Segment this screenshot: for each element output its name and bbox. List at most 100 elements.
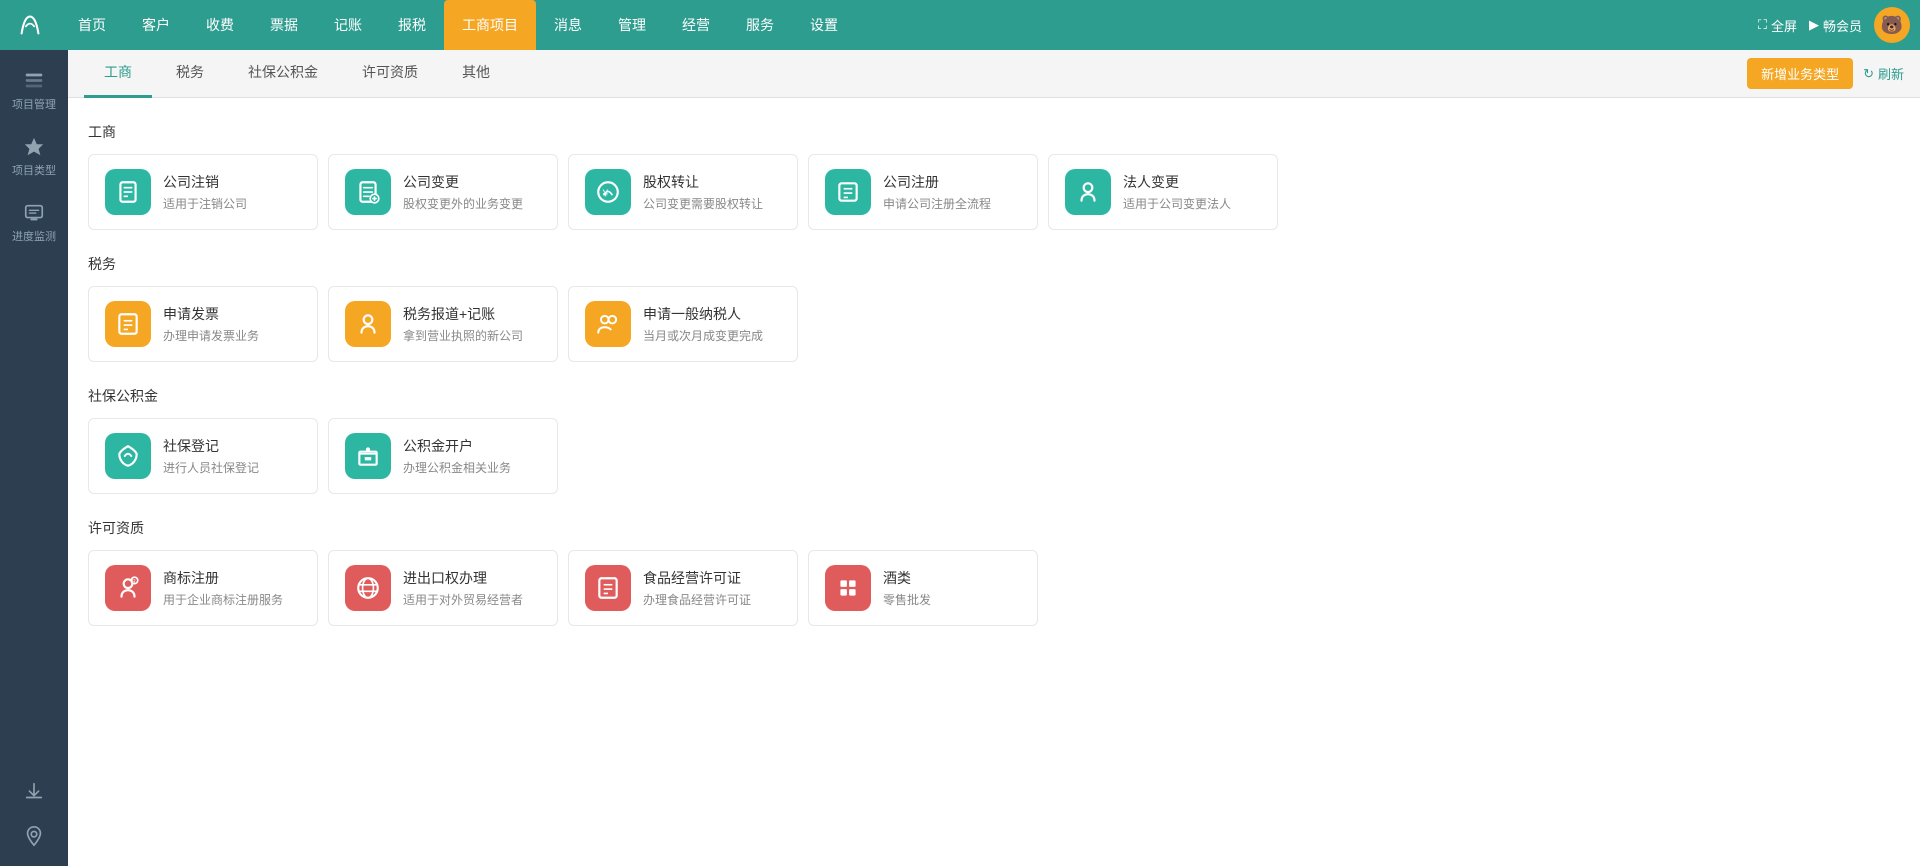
refresh-button[interactable]: ↻ 刷新 [1863, 64, 1904, 83]
nav-tax[interactable]: 报税 [380, 0, 444, 50]
card-info-company-cancel: 公司注销 适用于注销公司 [163, 172, 247, 212]
nav-business[interactable]: 工商项目 [444, 0, 536, 50]
card-title-trademark: 商标注册 [163, 568, 283, 588]
card-desc-tax-accounting: 拿到营业执照的新公司 [403, 327, 523, 344]
nav-fee[interactable]: 收费 [188, 0, 252, 50]
location-icon-button[interactable] [16, 818, 52, 854]
mascot-avatar: 🐻 [1874, 7, 1910, 43]
cards-shuiwu: 申请发票 办理申请发票业务 税务报道+记账 [88, 286, 1900, 362]
top-nav-right: ⛶ 全屏 ▶ 畅会员 🐻 [1758, 7, 1910, 43]
card-legal-change[interactable]: 法人变更 适用于公司变更法人 [1048, 154, 1278, 230]
card-general-taxpayer[interactable]: 申请一般纳税人 当月或次月成变更完成 [568, 286, 798, 362]
card-desc-housing-fund: 办理公积金相关业务 [403, 459, 511, 476]
card-company-change[interactable]: 公司变更 股权变更外的业务变更 [328, 154, 558, 230]
add-type-button[interactable]: 新增业务类型 [1747, 58, 1853, 89]
tab-xuke[interactable]: 许可资质 [342, 50, 438, 98]
top-navigation: 首页 客户 收费 票据 记账 报税 工商项目 消息 管理 经营 服务 设置 ⛶ … [0, 0, 1920, 50]
card-title-alcohol: 酒类 [883, 568, 931, 588]
star-icon [23, 136, 45, 158]
card-alcohol[interactable]: 酒类 零售批发 [808, 550, 1038, 626]
tab-other[interactable]: 其他 [442, 50, 510, 98]
card-icon-equity-transfer: ¥ [585, 169, 631, 215]
card-social-insurance[interactable]: 社保登记 进行人员社保登记 [88, 418, 318, 494]
cards-gongshang: 公司注销 适用于注销公司 [88, 154, 1900, 230]
nav-service[interactable]: 服务 [728, 0, 792, 50]
section-title-shuiwu: 税务 [88, 254, 1900, 274]
card-icon-alcohol [825, 565, 871, 611]
card-desc-legal-change: 适用于公司变更法人 [1123, 195, 1231, 212]
card-company-register[interactable]: 公司注册 申请公司注册全流程 [808, 154, 1038, 230]
fullscreen-button[interactable]: ⛶ 全屏 [1758, 16, 1797, 35]
section-gongshang: 工商 公司注销 适用于注销公 [88, 122, 1900, 230]
card-equity-transfer[interactable]: ¥ 股权转让 公司变更需要股权转让 [568, 154, 798, 230]
card-title-social-insurance: 社保登记 [163, 436, 259, 456]
refresh-icon: ↻ [1863, 66, 1874, 82]
card-info-company-register: 公司注册 申请公司注册全流程 [883, 172, 991, 212]
card-title-food-license: 食品经营许可证 [643, 568, 751, 588]
sidebar-item-project-management[interactable]: 项目管理 [4, 60, 64, 122]
nav-settings[interactable]: 设置 [792, 0, 856, 50]
sidebar-item-progress-monitor[interactable]: 进度监测 [4, 192, 64, 254]
card-icon-apply-invoice [105, 301, 151, 347]
card-info-legal-change: 法人变更 适用于公司变更法人 [1123, 172, 1231, 212]
card-icon-housing-fund [345, 433, 391, 479]
card-desc-apply-invoice: 办理申请发票业务 [163, 327, 259, 344]
nav-items: 首页 客户 收费 票据 记账 报税 工商项目 消息 管理 经营 服务 设置 [60, 0, 1758, 50]
nav-accounting[interactable]: 记账 [316, 0, 380, 50]
card-title-import-export: 进出口权办理 [403, 568, 523, 588]
content-scroll[interactable]: 工商 公司注销 适用于注销公 [68, 98, 1920, 866]
monitor-icon [23, 202, 45, 224]
section-shuiwu: 税务 申请发票 办理申请发票 [88, 254, 1900, 362]
list-icon [23, 70, 45, 92]
card-icon-legal-change [1065, 169, 1111, 215]
card-title-company-register: 公司注册 [883, 172, 991, 192]
card-info-alcohol: 酒类 零售批发 [883, 568, 931, 608]
download-icon-button[interactable] [16, 774, 52, 810]
nav-manage[interactable]: 管理 [600, 0, 664, 50]
card-info-equity-transfer: 股权转让 公司变更需要股权转让 [643, 172, 763, 212]
card-info-housing-fund: 公积金开户 办理公积金相关业务 [403, 436, 511, 476]
app-logo [10, 5, 50, 45]
card-info-general-taxpayer: 申请一般纳税人 当月或次月成变更完成 [643, 304, 763, 344]
card-desc-company-cancel: 适用于注销公司 [163, 195, 247, 212]
tabs-row: 工商 税务 社保公积金 许可资质 其他 新增业务类型 ↻ 刷新 [68, 50, 1920, 98]
fullscreen-label: 全屏 [1771, 16, 1797, 35]
card-apply-invoice[interactable]: 申请发票 办理申请发票业务 [88, 286, 318, 362]
section-title-shebao: 社保公积金 [88, 386, 1900, 406]
card-import-export[interactable]: 进出口权办理 适用于对外贸易经营者 [328, 550, 558, 626]
main-layout: 项目管理 项目类型 进度监测 [0, 50, 1920, 866]
card-desc-trademark: 用于企业商标注册服务 [163, 591, 283, 608]
nav-message[interactable]: 消息 [536, 0, 600, 50]
card-icon-import-export [345, 565, 391, 611]
card-icon-company-cancel [105, 169, 151, 215]
card-icon-company-register [825, 169, 871, 215]
card-info-social-insurance: 社保登记 进行人员社保登记 [163, 436, 259, 476]
nav-home[interactable]: 首页 [60, 0, 124, 50]
card-icon-trademark: R [105, 565, 151, 611]
card-desc-company-register: 申请公司注册全流程 [883, 195, 991, 212]
nav-operation[interactable]: 经营 [664, 0, 728, 50]
card-desc-equity-transfer: 公司变更需要股权转让 [643, 195, 763, 212]
nav-bill[interactable]: 票据 [252, 0, 316, 50]
tabs-right-actions: 新增业务类型 ↻ 刷新 [1747, 58, 1904, 89]
vip-icon: ▶ [1809, 17, 1819, 33]
sidebar: 项目管理 项目类型 进度监测 [0, 50, 68, 866]
tab-gongshang[interactable]: 工商 [84, 50, 152, 98]
card-food-license[interactable]: 食品经营许可证 办理食品经营许可证 [568, 550, 798, 626]
tab-shebao[interactable]: 社保公积金 [228, 50, 338, 98]
card-housing-fund[interactable]: 公积金开户 办理公积金相关业务 [328, 418, 558, 494]
card-title-apply-invoice: 申请发票 [163, 304, 259, 324]
card-company-cancel[interactable]: 公司注销 适用于注销公司 [88, 154, 318, 230]
vip-button[interactable]: ▶ 畅会员 [1809, 16, 1862, 35]
card-tax-accounting[interactable]: 税务报道+记账 拿到营业执照的新公司 [328, 286, 558, 362]
vip-label: 畅会员 [1823, 16, 1862, 35]
sidebar-item-project-type[interactable]: 项目类型 [4, 126, 64, 188]
tab-shuiwu[interactable]: 税务 [156, 50, 224, 98]
nav-customer[interactable]: 客户 [124, 0, 188, 50]
card-trademark[interactable]: R 商标注册 用于企业商标注册服务 [88, 550, 318, 626]
card-icon-company-change [345, 169, 391, 215]
card-title-tax-accounting: 税务报道+记账 [403, 304, 523, 324]
card-info-import-export: 进出口权办理 适用于对外贸易经营者 [403, 568, 523, 608]
card-desc-alcohol: 零售批发 [883, 591, 931, 608]
card-title-company-change: 公司变更 [403, 172, 523, 192]
